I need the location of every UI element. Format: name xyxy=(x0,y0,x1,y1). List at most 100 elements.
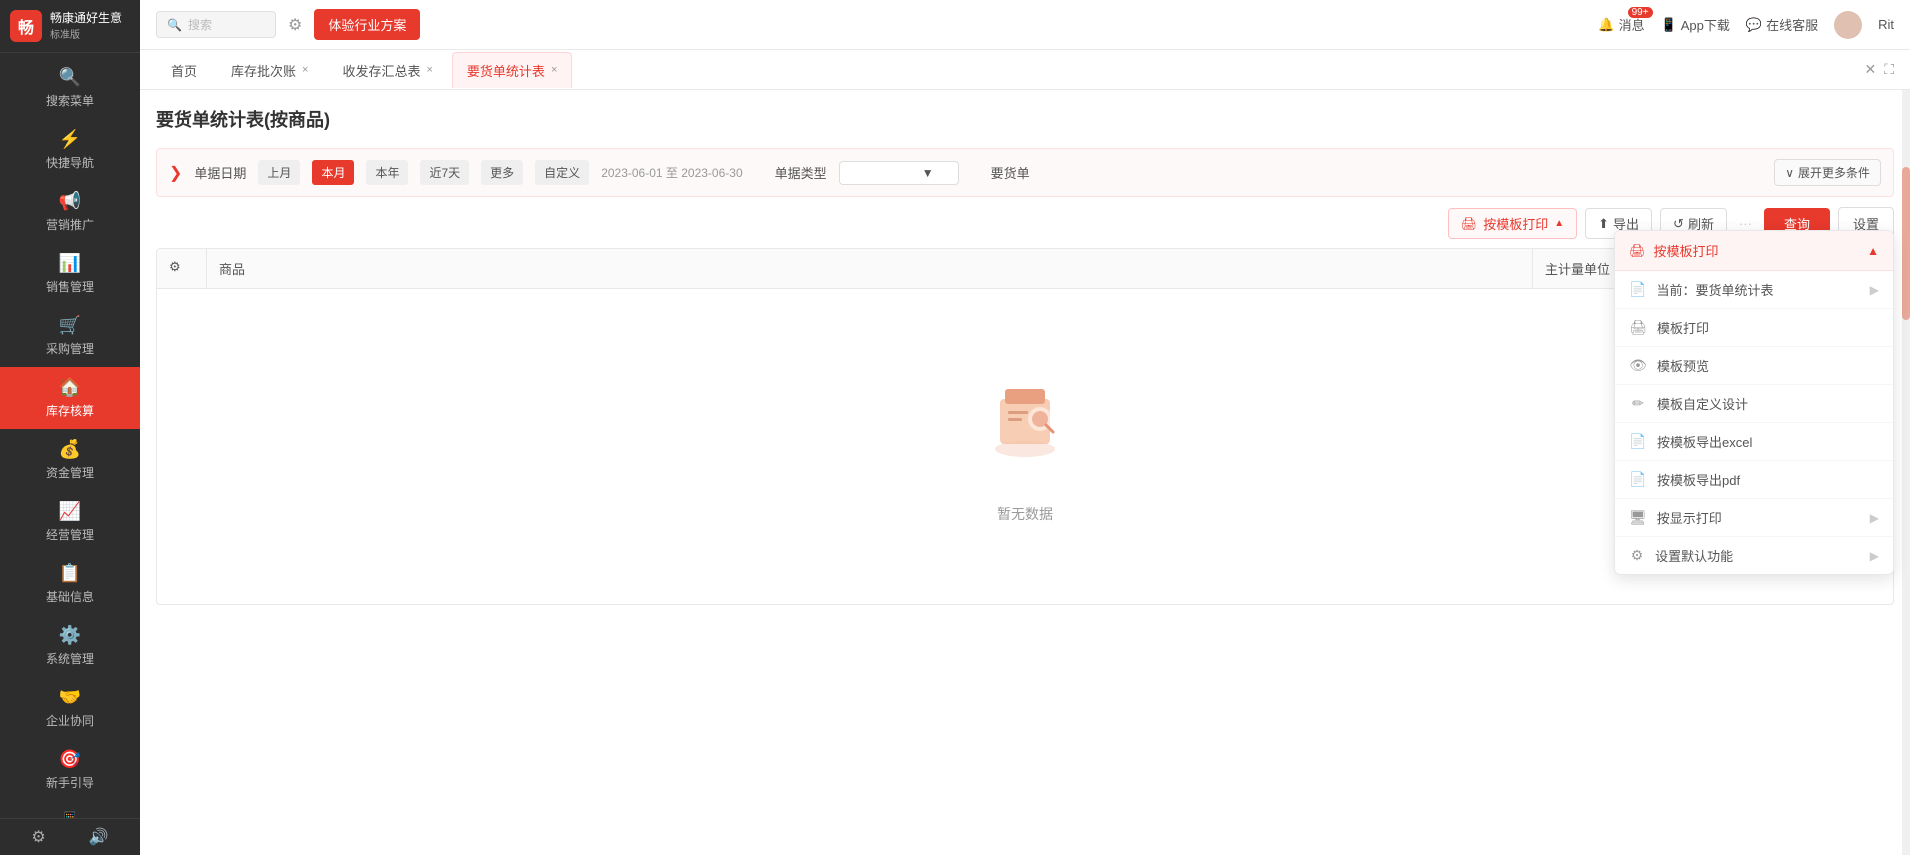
notification-badge: 99+ xyxy=(1628,7,1653,18)
dropdown-current-label: 当前：要货单统计表 xyxy=(1656,280,1773,299)
sidebar-item-sales[interactable]: 📊 销售管理 xyxy=(0,243,140,305)
dropdown-template-design[interactable]: ✏ 模板自定义设计 xyxy=(1615,385,1893,423)
dropdown-current[interactable]: 📄 当前：要货单统计表 ▶ xyxy=(1615,271,1893,309)
topbar: 🔍 搜索 ⚙ 体验行业方案 🔔 消息 99+ 📱 App下载 💬 在线客服 Ri… xyxy=(140,0,1910,50)
dropdown-template-pdf[interactable]: 📄 按模板导出pdf xyxy=(1615,461,1893,499)
dropdown-template-preview[interactable]: 👁 模板预览 xyxy=(1615,347,1893,385)
tab-inventory-batch-close[interactable]: × xyxy=(302,64,308,76)
app-download-label: App下载 xyxy=(1681,15,1730,34)
marketing-icon: 📢 xyxy=(59,191,81,212)
basic-icon: 📋 xyxy=(59,563,81,584)
tab-order-summary[interactable]: 要货单统计表 × xyxy=(452,52,572,88)
tab-home-label: 首页 xyxy=(171,61,197,80)
date-btn-prev[interactable]: 上月 xyxy=(258,160,300,185)
template-preview-icon: 👁 xyxy=(1629,357,1647,374)
topbar-search-text: 搜索 xyxy=(188,16,212,33)
sound-icon[interactable]: 🔊 xyxy=(89,827,109,847)
sidebar-item-search[interactable]: 🔍 搜索菜单 xyxy=(0,57,140,119)
tab-receipt-summary-label: 收发存汇总表 xyxy=(342,61,420,80)
dropdown-template-print[interactable]: 🖨 模板打印 xyxy=(1615,309,1893,347)
sidebar-item-system[interactable]: ⚙️ 系统管理 xyxy=(0,615,140,677)
dropdown-title: 按模板打印 xyxy=(1654,241,1719,260)
date-btn-custom[interactable]: 自定义 xyxy=(535,160,589,185)
sidebar-item-quick-nav-label: 快捷导航 xyxy=(46,154,94,171)
empty-icon xyxy=(975,369,1075,488)
scrollbar-thumb xyxy=(1902,167,1910,320)
display-print-arrow: ▶ xyxy=(1870,511,1879,525)
template-pdf-icon: 📄 xyxy=(1629,471,1647,488)
tab-order-summary-label: 要货单统计表 xyxy=(467,61,545,80)
date-btn-more[interactable]: 更多 xyxy=(481,160,523,185)
sidebar-item-finance[interactable]: 💰 资金管理 xyxy=(0,429,140,491)
user-name: Rit xyxy=(1878,17,1894,32)
tab-expand-icon[interactable]: ⛶ xyxy=(1884,61,1894,78)
date-btn-year[interactable]: 本年 xyxy=(366,160,408,185)
app-download-btn[interactable]: 📱 App下载 xyxy=(1661,15,1730,34)
dropdown-menu: 🖨 按模板打印 ▲ 📄 当前：要货单统计表 ▶ 🖨 模板打印 👁 模板预览 xyxy=(1614,230,1894,575)
sidebar-item-enterprise[interactable]: 🤝 企业协同 xyxy=(0,677,140,739)
sidebar-bottom: ⚙ 🔊 xyxy=(0,818,140,855)
template-excel-icon: 📄 xyxy=(1629,433,1647,450)
date-btn-current[interactable]: 本月 xyxy=(312,160,354,185)
dropdown-template-excel[interactable]: 📄 按模板导出excel xyxy=(1615,423,1893,461)
th-product: 商品 xyxy=(207,249,1533,288)
tab-order-summary-close[interactable]: × xyxy=(551,64,557,76)
sidebar-item-app[interactable]: 📱 应用中心 xyxy=(0,801,140,818)
sidebar-logo: 畅 畅康通好生意 标准版 xyxy=(0,0,140,53)
sidebar-item-guide-label: 新手引导 xyxy=(46,774,94,791)
sidebar-item-search-label: 搜索菜单 xyxy=(46,92,94,109)
sidebar-item-marketing[interactable]: 📢 营销推广 xyxy=(0,181,140,243)
sidebar-item-inventory[interactable]: 🏠 库存核算 xyxy=(0,367,140,429)
print-btn[interactable]: 🖨 按模板打印 ▲ xyxy=(1448,208,1577,239)
topbar-gear-icon[interactable]: ⚙ xyxy=(288,15,302,35)
sidebar-item-basic-label: 基础信息 xyxy=(46,588,94,605)
dropdown-display-print-label: 按显示打印 xyxy=(1657,508,1722,527)
th-settings[interactable]: ⚙ xyxy=(157,249,207,288)
type-label: 单据类型 xyxy=(775,163,827,182)
sidebar-item-system-label: 系统管理 xyxy=(46,650,94,667)
settings-icon[interactable]: ⚙ xyxy=(31,827,45,847)
sidebar-nav: 🔍 搜索菜单 ⚡ 快捷导航 📢 营销推广 📊 销售管理 🛒 采购管理 🏠 库存核… xyxy=(0,57,140,818)
sidebar-item-quick-nav[interactable]: ⚡ 快捷导航 xyxy=(0,119,140,181)
dropdown-header[interactable]: 🖨 按模板打印 ▲ xyxy=(1615,231,1893,271)
tab-receipt-summary-close[interactable]: × xyxy=(426,64,432,76)
avatar[interactable] xyxy=(1834,11,1862,39)
date-btn-week[interactable]: 近7天 xyxy=(420,160,469,185)
download-icon: 📱 xyxy=(1661,17,1677,33)
sidebar-item-purchase[interactable]: 🛒 采购管理 xyxy=(0,305,140,367)
topbar-search[interactable]: 🔍 搜索 xyxy=(156,11,276,38)
filter-expand-icon[interactable]: ❯ xyxy=(169,163,182,183)
sidebar-item-guide[interactable]: 🎯 新手引导 xyxy=(0,739,140,801)
dropdown-set-default[interactable]: ⚙ 设置默认功能 ▶ xyxy=(1615,537,1893,574)
sidebar-item-sales-label: 销售管理 xyxy=(46,278,94,295)
dropdown-template-pdf-label: 按模板导出pdf xyxy=(1657,470,1740,489)
trial-btn[interactable]: 体验行业方案 xyxy=(314,9,420,40)
inventory-icon: 🏠 xyxy=(59,377,81,398)
tab-receipt-summary[interactable]: 收发存汇总表 × xyxy=(327,52,447,88)
sidebar-item-operation[interactable]: 📈 经营管理 xyxy=(0,491,140,553)
enterprise-icon: 🤝 xyxy=(59,687,81,708)
dropdown-display-print[interactable]: 🖥 按显示打印 ▶ xyxy=(1615,499,1893,537)
dropdown-close-icon[interactable]: ▲ xyxy=(1867,244,1879,258)
logo-badge: 标准版 xyxy=(50,26,122,41)
expand-more-btn[interactable]: ∨ 展开更多条件 xyxy=(1774,159,1881,186)
dropdown-template-preview-label: 模板预览 xyxy=(1657,356,1709,375)
dropdown-template-print-label: 模板打印 xyxy=(1657,318,1709,337)
tab-inventory-batch[interactable]: 库存批次账 × xyxy=(216,52,323,88)
topbar-right: 🔔 消息 99+ 📱 App下载 💬 在线客服 Rit xyxy=(1598,11,1894,39)
right-scrollbar[interactable] xyxy=(1902,90,1910,855)
date-label: 单据日期 xyxy=(194,163,246,182)
type-select[interactable]: ▼ xyxy=(839,161,959,185)
tab-close-all-icon[interactable]: ✕ xyxy=(1864,61,1876,78)
sidebar-item-basic[interactable]: 📋 基础信息 xyxy=(0,553,140,615)
search-nav-icon: 🔍 xyxy=(59,67,81,88)
set-default-icon: ⚙ xyxy=(1629,547,1645,564)
template-print-icon: 🖨 xyxy=(1629,319,1647,336)
notification-btn[interactable]: 🔔 消息 99+ xyxy=(1598,15,1644,34)
current-template-icon: 📄 xyxy=(1629,281,1646,298)
purchase-icon: 🛒 xyxy=(59,315,81,336)
expand-more-icon: ∨ xyxy=(1785,166,1794,180)
print-icon: 🖨 xyxy=(1461,216,1478,232)
tab-home[interactable]: 首页 xyxy=(156,52,212,88)
online-service-btn[interactable]: 💬 在线客服 xyxy=(1746,15,1818,34)
